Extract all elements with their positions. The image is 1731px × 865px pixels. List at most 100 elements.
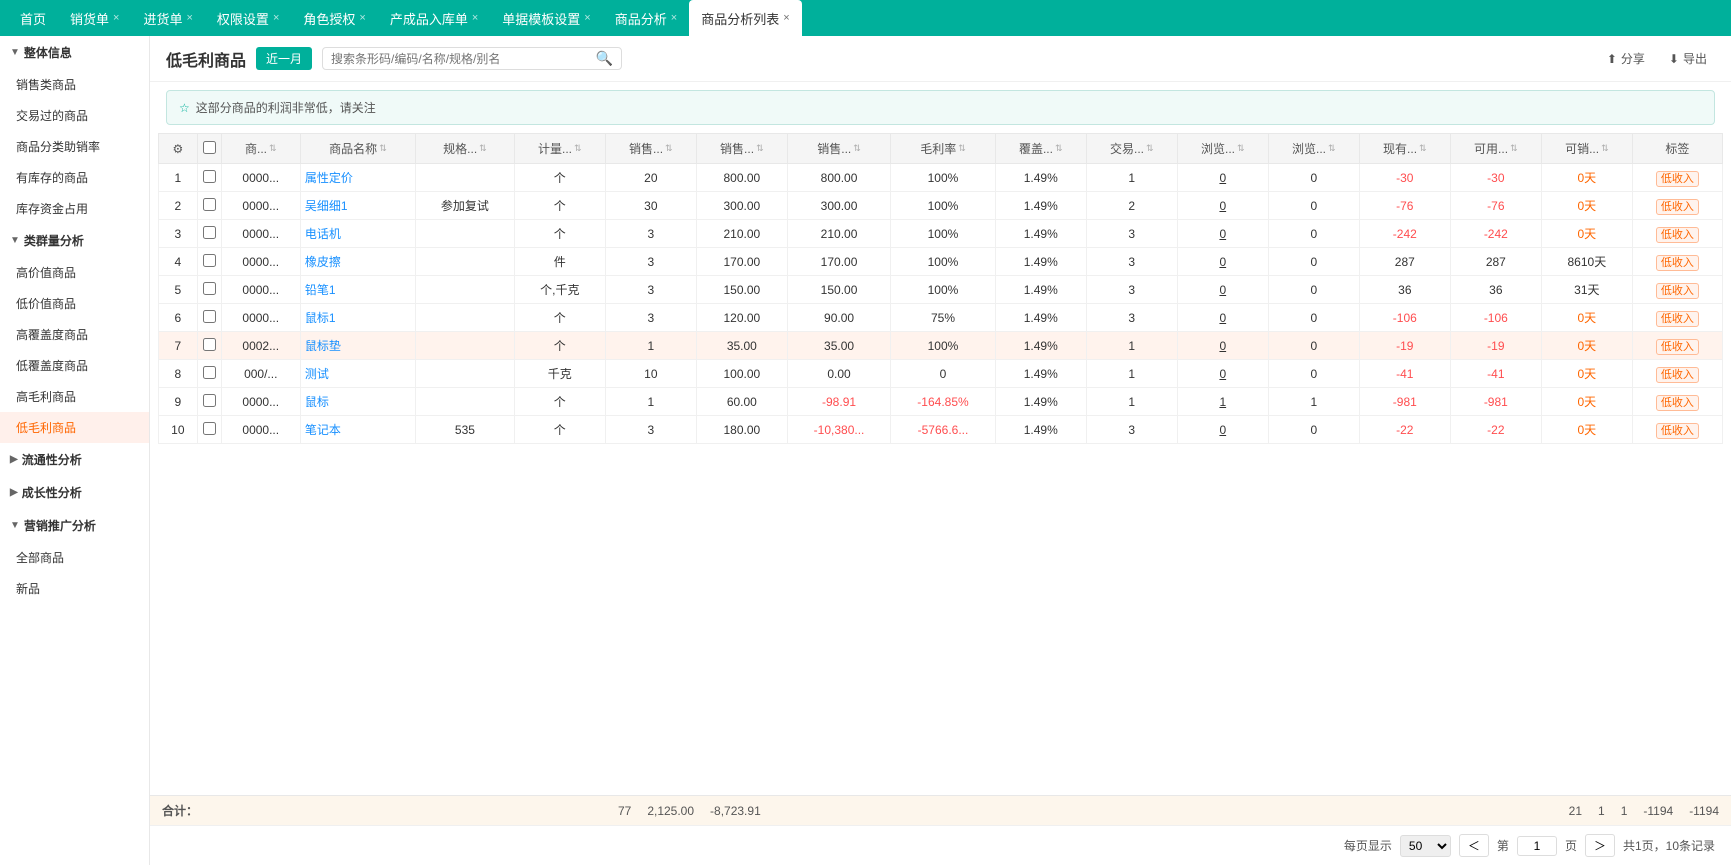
col-unit[interactable]: 计量... ⇅ — [514, 134, 605, 164]
row-checkbox[interactable] — [197, 360, 221, 388]
nav-sales[interactable]: 销货单 × — [58, 0, 131, 36]
nav-permissions[interactable]: 权限设置 × — [205, 0, 291, 36]
row-sales-price: 210.00 — [696, 220, 787, 248]
col-current-stock[interactable]: 现有... ⇅ — [1359, 134, 1450, 164]
row-checkbox[interactable] — [197, 332, 221, 360]
sidebar-item-inventory-capital[interactable]: 库存资金占用 — [0, 193, 149, 224]
row-checkbox[interactable] — [197, 416, 221, 444]
page-input[interactable] — [1517, 836, 1557, 856]
row-browse1[interactable]: 1 — [1177, 388, 1268, 416]
col-tag[interactable]: 标签 — [1632, 134, 1722, 164]
sidebar-group-circulation[interactable]: ▶ 流通性分析 — [0, 443, 149, 476]
nav-template-settings[interactable]: 单据模板设置 × — [490, 0, 602, 36]
col-name[interactable]: 商品名称 ⇅ — [300, 134, 415, 164]
nav-template-close[interactable]: × — [584, 12, 590, 24]
col-settings[interactable]: ⚙ — [159, 134, 198, 164]
row-checkbox[interactable] — [197, 388, 221, 416]
nav-permissions-close[interactable]: × — [273, 12, 279, 24]
next-page-button[interactable]: ＞ — [1585, 834, 1615, 857]
table-row: 4 0000... 橡皮擦 件 3 170.00 170.00 100% 1.4… — [159, 248, 1723, 276]
row-checkbox[interactable] — [197, 248, 221, 276]
search-input[interactable] — [331, 52, 596, 66]
row-name[interactable]: 橡皮擦 — [300, 248, 415, 276]
col-code[interactable]: 商... ⇅ — [221, 134, 300, 164]
sidebar-item-high-coverage[interactable]: 高覆盖度商品 — [0, 319, 149, 350]
row-name[interactable]: 鼠标垫 — [300, 332, 415, 360]
sidebar-item-high-value[interactable]: 高价值商品 — [0, 257, 149, 288]
sidebar-group-growth[interactable]: ▶ 成长性分析 — [0, 476, 149, 509]
col-sales-amount[interactable]: 销售... ⇅ — [787, 134, 890, 164]
row-checkbox[interactable] — [197, 220, 221, 248]
nav-product-analysis-close[interactable]: × — [671, 12, 677, 24]
row-no: 8 — [159, 360, 198, 388]
row-checkbox[interactable] — [197, 164, 221, 192]
period-button[interactable]: 近一月 — [256, 47, 312, 70]
row-checkbox[interactable] — [197, 304, 221, 332]
col-sellable[interactable]: 可销... ⇅ — [1541, 134, 1632, 164]
row-name[interactable]: 吴细细1 — [300, 192, 415, 220]
col-gross-margin[interactable]: 毛利率 ⇅ — [891, 134, 996, 164]
col-sales-price[interactable]: 销售... ⇅ — [696, 134, 787, 164]
sidebar-item-sales-products[interactable]: 销售类商品 — [0, 69, 149, 100]
row-browse1[interactable]: 0 — [1177, 276, 1268, 304]
prev-page-button[interactable]: ＜ — [1459, 834, 1489, 857]
col-available[interactable]: 可用... ⇅ — [1450, 134, 1541, 164]
share-button[interactable]: ⬆ 分享 — [1599, 46, 1653, 71]
row-name[interactable]: 铅笔1 — [300, 276, 415, 304]
sidebar-group-cluster[interactable]: ▼ 类群量分析 — [0, 224, 149, 257]
col-browse1[interactable]: 浏览... ⇅ — [1177, 134, 1268, 164]
row-checkbox[interactable] — [197, 192, 221, 220]
row-name[interactable]: 测试 — [300, 360, 415, 388]
nav-product-analysis-list-close[interactable]: × — [783, 12, 789, 24]
col-spec[interactable]: 规格... ⇅ — [416, 134, 515, 164]
row-name[interactable]: 鼠标1 — [300, 304, 415, 332]
row-browse1[interactable]: 0 — [1177, 360, 1268, 388]
sidebar-item-traded-products[interactable]: 交易过的商品 — [0, 100, 149, 131]
col-browse2[interactable]: 浏览... ⇅ — [1268, 134, 1359, 164]
row-browse1[interactable]: 0 — [1177, 304, 1268, 332]
sidebar-item-low-value[interactable]: 低价值商品 — [0, 288, 149, 319]
sidebar-group-marketing[interactable]: ▼ 营销推广分析 — [0, 509, 149, 542]
row-sales-amount: -10,380... — [787, 416, 890, 444]
nav-product-analysis-list[interactable]: 商品分析列表 × — [689, 0, 801, 36]
row-name[interactable]: 笔记本 — [300, 416, 415, 444]
nav-product-entry-close[interactable]: × — [472, 12, 478, 24]
nav-purchase[interactable]: 进货单 × — [131, 0, 204, 36]
nav-roles[interactable]: 角色授权 × — [291, 0, 377, 36]
sidebar-item-stocked-products[interactable]: 有库存的商品 — [0, 162, 149, 193]
row-spec: 535 — [416, 416, 515, 444]
sidebar-item-low-coverage[interactable]: 低覆盖度商品 — [0, 350, 149, 381]
nav-home[interactable]: 首页 — [8, 0, 58, 36]
sidebar-item-category-rate[interactable]: 商品分类助销率 — [0, 131, 149, 162]
nav-purchase-close[interactable]: × — [186, 12, 192, 24]
sidebar-item-high-margin[interactable]: 高毛利商品 — [0, 381, 149, 412]
row-browse1[interactable]: 0 — [1177, 416, 1268, 444]
select-all-checkbox[interactable] — [203, 141, 216, 154]
nav-sales-close[interactable]: × — [113, 12, 119, 24]
nav-roles-close[interactable]: × — [359, 12, 365, 24]
sidebar-group-overall[interactable]: ▼ 整体信息 — [0, 36, 149, 69]
row-browse1[interactable]: 0 — [1177, 332, 1268, 360]
sidebar-item-low-margin[interactable]: 低毛利商品 — [0, 412, 149, 443]
row-checkbox[interactable] — [197, 276, 221, 304]
sidebar-item-new-products[interactable]: 新品 — [0, 573, 149, 604]
data-table: ⚙ 商... ⇅ 商品名称 ⇅ 规格... ⇅ — [158, 133, 1723, 444]
col-checkbox[interactable] — [197, 134, 221, 164]
col-coverage[interactable]: 覆盖... ⇅ — [995, 134, 1086, 164]
row-browse1[interactable]: 0 — [1177, 164, 1268, 192]
sidebar-item-all-products[interactable]: 全部商品 — [0, 542, 149, 573]
col-sales-qty[interactable]: 销售... ⇅ — [605, 134, 696, 164]
row-name[interactable]: 属性定价 — [300, 164, 415, 192]
search-icon: 🔍 — [596, 50, 613, 67]
row-browse1[interactable]: 0 — [1177, 248, 1268, 276]
nav-product-analysis[interactable]: 商品分析 × — [603, 0, 689, 36]
row-browse1[interactable]: 0 — [1177, 192, 1268, 220]
nav-product-entry[interactable]: 产成品入库单 × — [378, 0, 490, 36]
per-page-select[interactable]: 50 100 200 — [1400, 835, 1451, 857]
col-transaction[interactable]: 交易... ⇅ — [1086, 134, 1177, 164]
export-button[interactable]: ⬇ 导出 — [1661, 46, 1715, 71]
row-name[interactable]: 电话机 — [300, 220, 415, 248]
row-browse1[interactable]: 0 — [1177, 220, 1268, 248]
row-browse2: 0 — [1268, 276, 1359, 304]
row-name[interactable]: 鼠标 — [300, 388, 415, 416]
